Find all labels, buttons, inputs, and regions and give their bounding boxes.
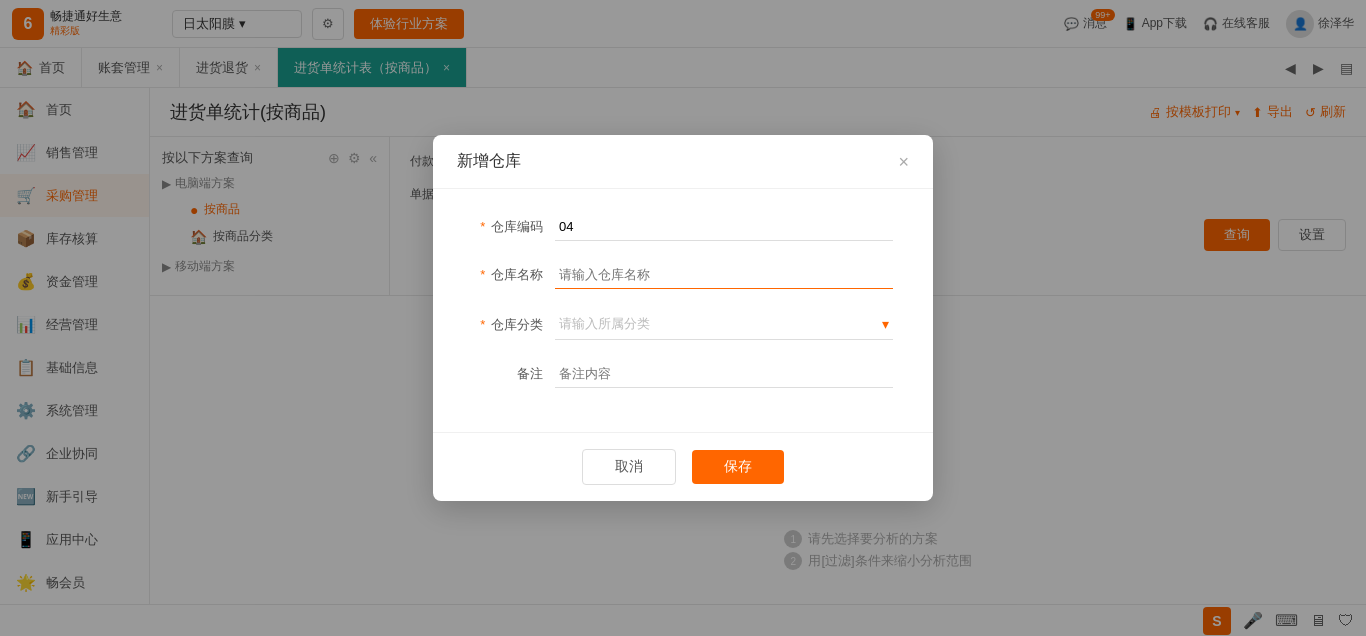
modal-footer: 取消 保存 [433,432,933,501]
cancel-button[interactable]: 取消 [582,449,676,485]
warehouse-category-label: * 仓库分类 [473,316,543,334]
modal-title: 新增仓库 [457,151,521,172]
add-warehouse-modal: 新增仓库 × * 仓库编码 * 仓库名称 [433,135,933,501]
warehouse-name-input[interactable] [555,261,893,289]
warehouse-code-row: * 仓库编码 [473,213,893,241]
warehouse-name-label: * 仓库名称 [473,266,543,284]
warehouse-category-select[interactable]: 请输入所属分类 ▾ [555,309,893,340]
warehouse-note-label: 备注 [473,365,543,383]
category-placeholder: 请输入所属分类 [559,315,650,333]
category-arrow-icon: ▾ [882,316,889,332]
warehouse-category-row: * 仓库分类 请输入所属分类 ▾ [473,309,893,340]
warehouse-name-row: * 仓库名称 [473,261,893,289]
warehouse-note-row: 备注 [473,360,893,388]
warehouse-code-label: * 仓库编码 [473,218,543,236]
warehouse-note-input[interactable] [555,360,893,388]
save-button[interactable]: 保存 [692,450,784,484]
modal-close-button[interactable]: × [898,153,909,171]
warehouse-code-input[interactable] [555,213,893,241]
modal-overlay: 新增仓库 × * 仓库编码 * 仓库名称 [0,0,1366,636]
modal-header: 新增仓库 × [433,135,933,189]
modal-body: * 仓库编码 * 仓库名称 * 仓库分类 请输入所属 [433,189,933,432]
